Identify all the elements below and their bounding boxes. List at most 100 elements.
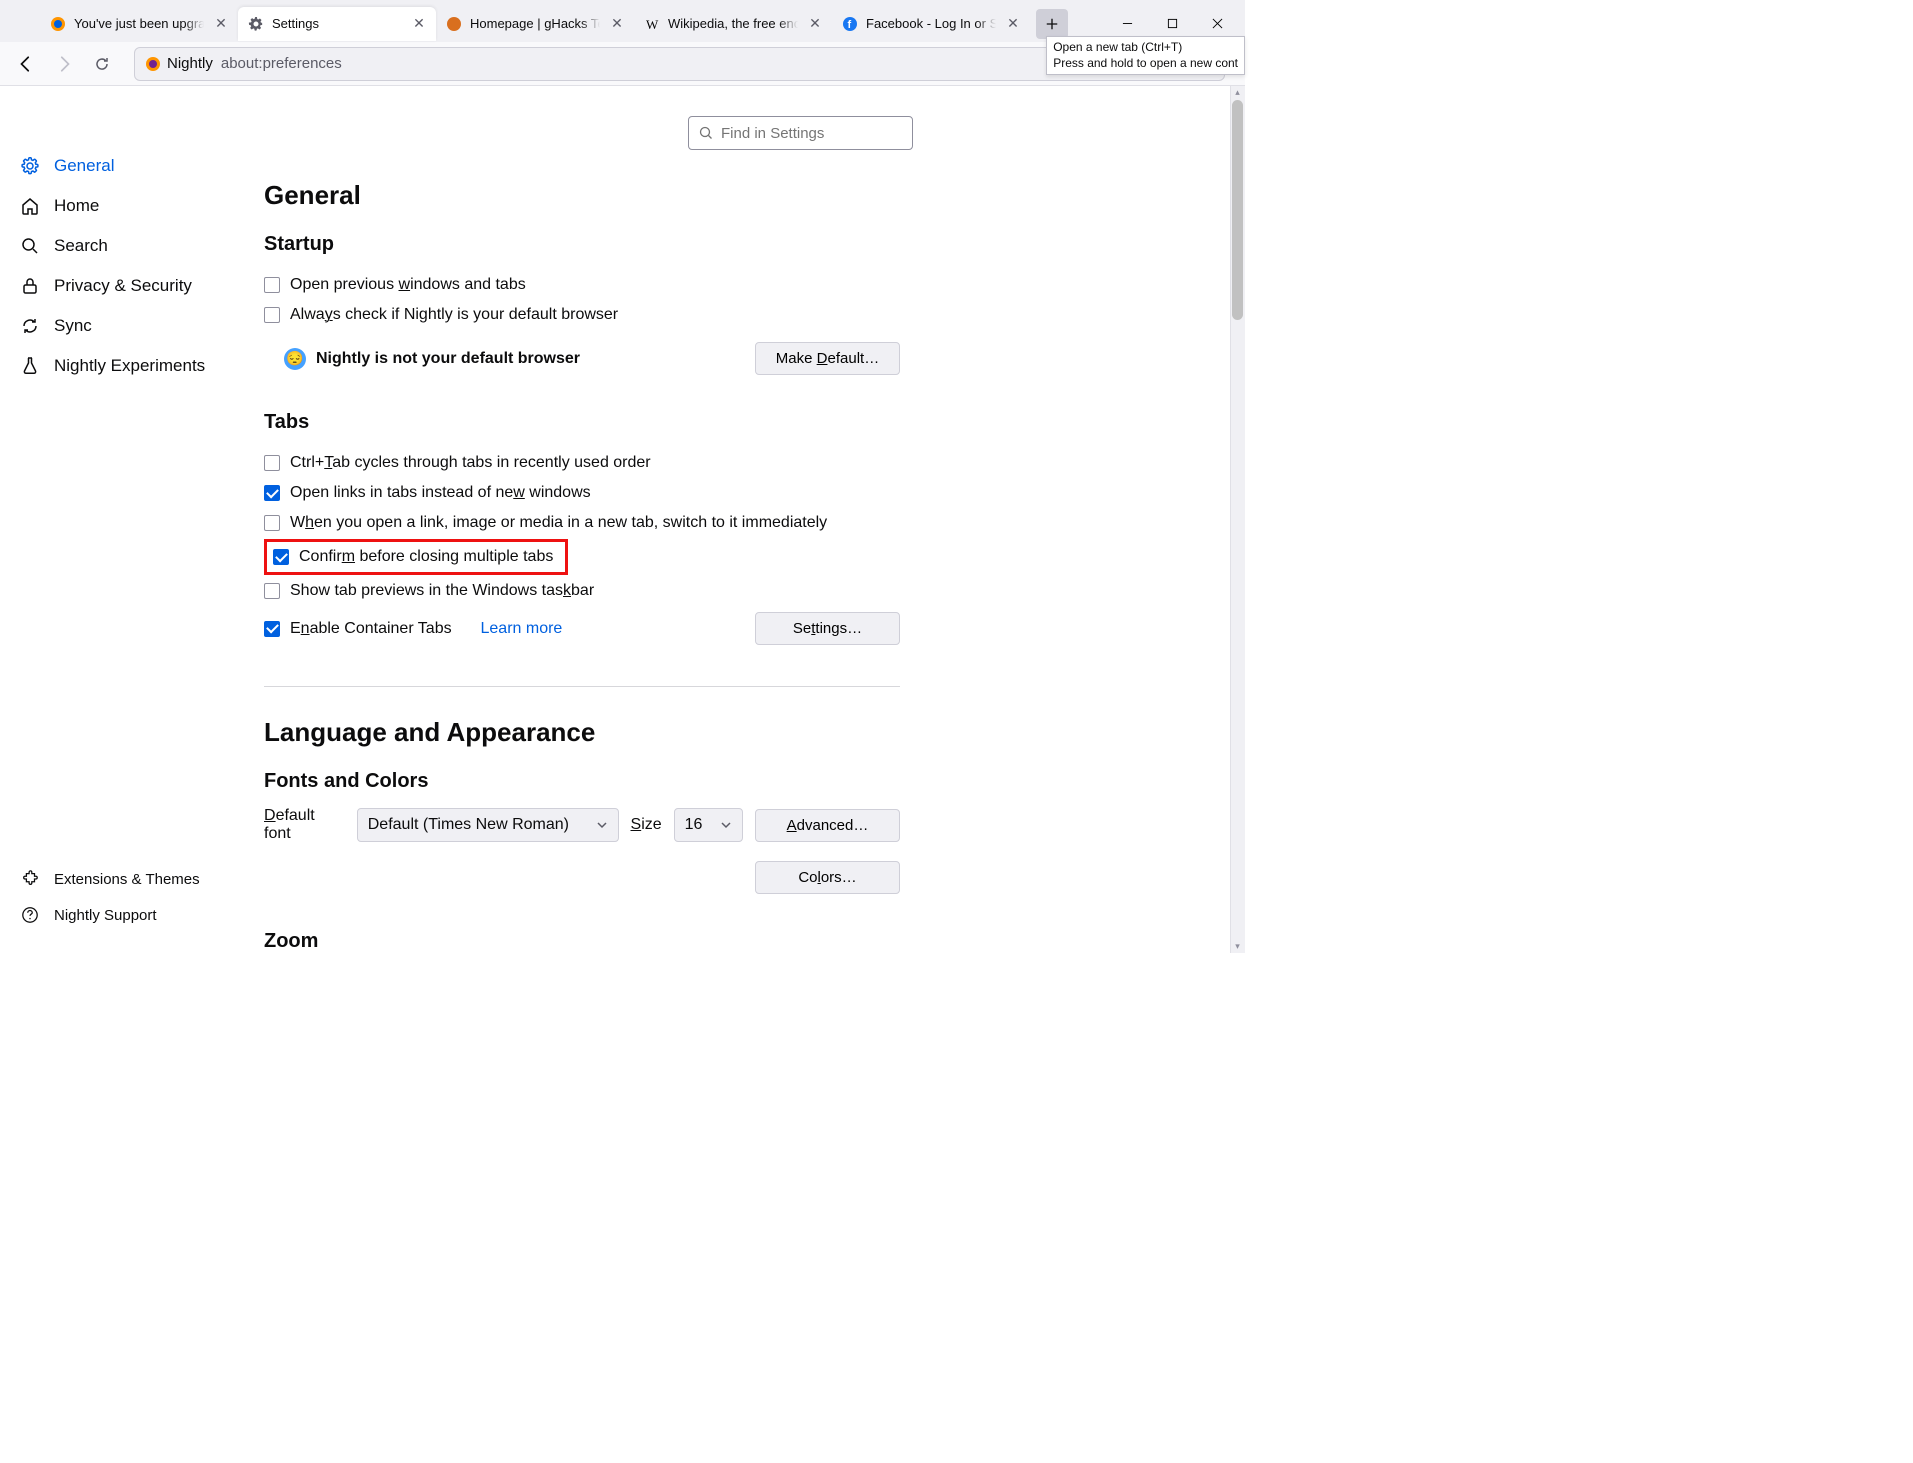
- tab-ghacks[interactable]: Homepage | gHacks Techn ✕: [436, 7, 634, 41]
- advanced-fonts-button[interactable]: Advanced…: [755, 809, 900, 842]
- search-icon: [20, 236, 40, 256]
- tab-facebook[interactable]: f Facebook - Log In or Sign U ✕: [832, 7, 1030, 41]
- minimize-button[interactable]: [1105, 9, 1150, 39]
- checkbox-ctrl-tab[interactable]: Ctrl+Tab cycles through tabs in recently…: [264, 448, 900, 478]
- checkbox[interactable]: [264, 307, 280, 323]
- scroll-down-button[interactable]: ▾: [1232, 940, 1243, 953]
- section-zoom: Zoom: [264, 930, 900, 953]
- checkbox[interactable]: [264, 277, 280, 293]
- close-icon[interactable]: ✕: [608, 15, 626, 33]
- plus-icon: [1045, 17, 1059, 31]
- sidebar-item-search[interactable]: Search: [0, 226, 240, 266]
- ghacks-icon: [446, 16, 462, 32]
- select-value: Default (Times New Roman): [368, 816, 569, 834]
- chevron-down-icon: [596, 819, 608, 831]
- scrollbar-thumb[interactable]: [1232, 100, 1243, 320]
- colors-button[interactable]: Colors…: [755, 861, 900, 894]
- sidebar-item-label: General: [54, 156, 114, 176]
- sidebar-item-experiments[interactable]: Nightly Experiments: [0, 346, 240, 386]
- checkbox-open-links-tabs[interactable]: Open links in tabs instead of new window…: [264, 478, 900, 508]
- new-tab-tooltip: Open a new tab (Ctrl+T) Press and hold t…: [1046, 36, 1245, 75]
- reload-button[interactable]: [86, 48, 118, 80]
- scrollbar[interactable]: ▴ ▾: [1230, 86, 1245, 953]
- sidebar-item-general[interactable]: General: [0, 146, 240, 186]
- checkbox[interactable]: [273, 549, 289, 565]
- checkbox[interactable]: [264, 583, 280, 599]
- checkbox-label: Show tab previews in the Windows taskbar: [290, 582, 594, 600]
- firefox-icon: [145, 56, 161, 72]
- back-button[interactable]: [10, 48, 42, 80]
- facebook-icon: f: [842, 16, 858, 32]
- checkbox-tab-previews[interactable]: Show tab previews in the Windows taskbar: [264, 576, 900, 606]
- checkbox-switch-immediately[interactable]: When you open a link, image or media in …: [264, 508, 900, 538]
- sidebar-item-privacy[interactable]: Privacy & Security: [0, 266, 240, 306]
- default-font-label: Default font: [264, 807, 345, 843]
- section-startup: Startup: [264, 233, 900, 256]
- forward-button[interactable]: [48, 48, 80, 80]
- default-font-select[interactable]: Default (Times New Roman): [357, 808, 619, 842]
- gear-icon: [248, 16, 264, 32]
- home-icon: [20, 196, 40, 216]
- tab-wikipedia[interactable]: W Wikipedia, the free encyclop ✕: [634, 7, 832, 41]
- arrow-right-icon: [55, 55, 73, 73]
- search-input[interactable]: [721, 125, 902, 142]
- checkbox-label: Open links in tabs instead of new window…: [290, 484, 591, 502]
- tab-settings[interactable]: Settings ✕: [238, 7, 436, 41]
- settings-main: General Startup Open previous windows an…: [240, 86, 1245, 953]
- section-tabs: Tabs: [264, 411, 900, 434]
- divider: [264, 686, 900, 687]
- new-tab-button[interactable]: [1036, 9, 1068, 39]
- gear-icon: [20, 156, 40, 176]
- highlighted-option: Confirm before closing multiple tabs: [264, 539, 568, 575]
- checkbox-label: Confirm before closing multiple tabs: [299, 548, 553, 566]
- sidebar-extensions[interactable]: Extensions & Themes: [0, 861, 240, 897]
- checkbox-container-tabs[interactable]: [264, 621, 280, 637]
- sidebar-item-sync[interactable]: Sync: [0, 306, 240, 346]
- checkbox[interactable]: [264, 485, 280, 501]
- checkbox[interactable]: [264, 515, 280, 531]
- row-container-tabs: Enable Container Tabs Learn more Setting…: [264, 606, 900, 651]
- learn-more-link[interactable]: Learn more: [481, 620, 563, 638]
- checkbox-confirm-close[interactable]: Confirm before closing multiple tabs: [273, 548, 553, 566]
- checkbox-label: Ctrl+Tab cycles through tabs in recently…: [290, 454, 651, 472]
- lock-icon: [20, 276, 40, 296]
- close-icon[interactable]: ✕: [212, 15, 230, 33]
- make-default-button[interactable]: Make Default…: [755, 342, 900, 375]
- sidebar-item-label: Search: [54, 236, 108, 256]
- sidebar-item-home[interactable]: Home: [0, 186, 240, 226]
- puzzle-icon: [20, 869, 40, 889]
- close-icon[interactable]: ✕: [1004, 15, 1022, 33]
- tab-title: Settings: [272, 16, 402, 31]
- maximize-button[interactable]: [1150, 9, 1195, 39]
- badge-label: Nightly: [167, 55, 213, 72]
- url-text: about:preferences: [221, 55, 342, 72]
- tab-title: Wikipedia, the free encyclop: [668, 16, 798, 31]
- scroll-up-button[interactable]: ▴: [1232, 86, 1243, 99]
- tab-title: Facebook - Log In or Sign U: [866, 16, 996, 31]
- tooltip-line2: Press and hold to open a new cont: [1053, 56, 1238, 72]
- checkbox-default-check[interactable]: Always check if Nightly is your default …: [264, 300, 900, 330]
- find-in-settings[interactable]: [688, 116, 913, 150]
- close-icon[interactable]: ✕: [410, 15, 428, 33]
- settings-sidebar: General Home Search Privacy & Security S…: [0, 86, 240, 953]
- container-settings-button[interactable]: Settings…: [755, 612, 900, 645]
- chevron-down-icon: [720, 819, 732, 831]
- tab-upgraded[interactable]: You've just been upgraded ✕: [40, 7, 238, 41]
- svg-text:f: f: [848, 19, 852, 31]
- sidebar-item-label: Home: [54, 196, 99, 216]
- content-area: General Home Search Privacy & Security S…: [0, 86, 1245, 953]
- sidebar-support[interactable]: Nightly Support: [0, 897, 240, 933]
- sidebar-item-label: Privacy & Security: [54, 276, 192, 296]
- sidebar-item-label: Nightly Support: [54, 907, 157, 924]
- checkbox-open-previous[interactable]: Open previous windows and tabs: [264, 270, 900, 300]
- section-fonts-colors: Fonts and Colors: [264, 770, 900, 793]
- search-icon: [699, 126, 713, 140]
- tab-title: You've just been upgraded: [74, 16, 204, 31]
- page-title: General: [264, 180, 900, 211]
- close-icon[interactable]: ✕: [806, 15, 824, 33]
- checkbox[interactable]: [264, 455, 280, 471]
- close-window-button[interactable]: [1195, 9, 1240, 39]
- sidebar-item-label: Nightly Experiments: [54, 356, 205, 376]
- window-controls: [1105, 9, 1240, 39]
- font-size-select[interactable]: 16: [674, 808, 743, 842]
